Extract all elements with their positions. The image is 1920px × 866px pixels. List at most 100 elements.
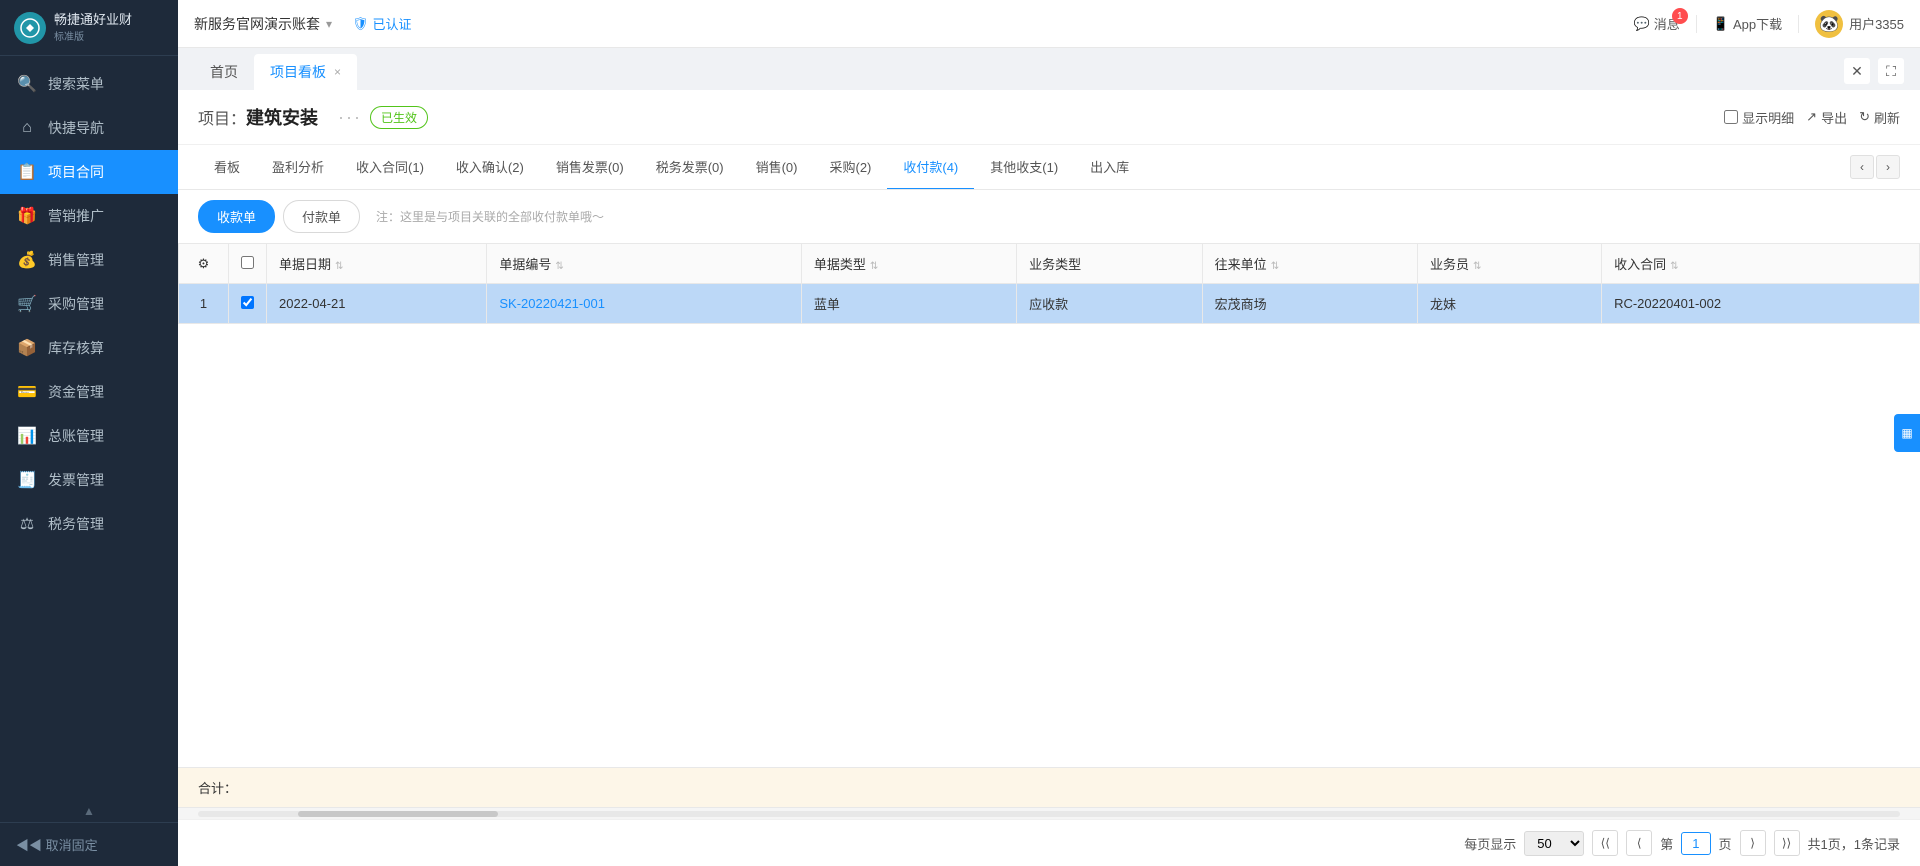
show-detail-toggle[interactable]: 显示明细 [1724,108,1794,127]
topbar: 新服务官网演示账套 ▾ 🛡 已认证 💬 消息 1 📱 App下载 🐼 用户335… [178,0,1920,48]
refresh-icon: ↻ [1859,109,1870,125]
topbar-project: 新服务官网演示账套 ▾ 🛡 已认证 [194,14,1634,34]
sort-type-icon: ⇅ [870,261,878,272]
status-badge: 已生效 [370,106,428,129]
code-link[interactable]: SK-20220421-001 [499,296,605,311]
nav-scroll-right-btn[interactable]: › [1876,155,1900,179]
sidebar-icon-4: 💰 [16,249,38,271]
page-next-btn[interactable]: ⟩ [1740,830,1766,856]
sidebar-unpin-btn[interactable]: ◀◀ 取消固定 [0,822,178,866]
tab-close-btn[interactable]: × [334,65,341,79]
message-icon: 💬 [1634,16,1650,32]
topbar-message-btn[interactable]: 💬 消息 1 [1634,14,1680,33]
topbar-app-download-btn[interactable]: 📱 App下载 [1713,14,1782,33]
page-first-btn[interactable]: ⟨⟨ [1592,830,1618,856]
sidebar-item-10[interactable]: ⚖税务管理 [0,502,178,546]
refresh-btn[interactable]: ↻ 刷新 [1859,108,1900,127]
table-scrollbar[interactable] [178,807,1920,819]
app-edition: 标准版 [54,28,132,43]
nav-tab-10[interactable]: 出入库 [1074,145,1145,190]
sidebar-item-2[interactable]: 📋项目合同 [0,150,178,194]
sidebar-icon-5: 🛒 [16,293,38,315]
scrollbar-thumb[interactable] [298,811,498,817]
shield-icon: 🛡 [352,16,369,32]
nav-tab-3[interactable]: 收入确认(2) [440,145,540,190]
page-more-btn[interactable]: ··· [338,107,362,128]
sidebar-item-1[interactable]: ⌂快捷导航 [0,106,178,150]
sidebar-label-9: 发票管理 [48,470,104,490]
nav-tab-2[interactable]: 收入合同(1) [340,145,440,190]
show-detail-checkbox[interactable] [1724,110,1738,124]
nav-tab-5[interactable]: 税务发票(0) [640,145,740,190]
cell-checkbox[interactable] [229,284,267,324]
page-title: 项目：建筑安装 [198,104,318,130]
th-type[interactable]: 单据类型⇅ [801,244,1016,284]
sidebar-item-9[interactable]: 🧾发票管理 [0,458,178,502]
subtab-receipts-btn[interactable]: 收款单 [198,200,275,233]
nav-tab-8[interactable]: 收付款(4) [887,145,974,190]
nav-tabs-scroll: ‹ › [1850,155,1900,179]
sidebar-item-4[interactable]: 💰 销售管理 [0,238,178,282]
mobile-icon: 📱 [1713,16,1729,32]
sidebar-item-3[interactable]: 🎁营销推广 [0,194,178,238]
sidebar-logo: 畅捷通好业财 标准版 [0,0,178,56]
sidebar-label-6: 库存核算 [48,338,104,358]
topbar-project-name: 新服务官网演示账套 [194,14,320,34]
scrollbar-track [198,811,1900,817]
th-salesperson[interactable]: 业务员⇅ [1418,244,1602,284]
th-code[interactable]: 单据编号⇅ [487,244,801,284]
subtab-payments-btn[interactable]: 付款单 [283,200,360,233]
sidebar-scroll: ▲ [0,800,178,822]
sidebar-icon-7: 💳 [16,381,38,403]
page-current: 1 [1681,832,1710,855]
app-logo-icon [14,12,46,44]
per-page-select[interactable]: 50 100 200 [1524,831,1584,856]
sidebar-item-0[interactable]: 🔍搜索菜单 [0,62,178,106]
sidebar-label-4: 销售管理 [48,250,104,270]
th-partner[interactable]: 往来单位⇅ [1202,244,1417,284]
sidebar-label-5: 采购管理 [48,294,104,314]
topbar-user-btn[interactable]: 🐼 用户3355 [1815,10,1904,38]
topbar-right: 💬 消息 1 📱 App下载 🐼 用户3355 [1634,10,1904,38]
tab-project-board[interactable]: 项目看板 × [254,54,357,90]
side-quick-access-btn[interactable]: ▦ [1894,414,1920,452]
nav-tab-0[interactable]: 看板 [198,145,256,190]
sort-partner-icon: ⇅ [1271,261,1279,272]
cell-contract: RC-20220401-002 [1602,284,1920,324]
settings-icon: ⚙ [198,256,210,271]
topbar-dropdown-icon[interactable]: ▾ [326,17,332,31]
page-prev-btn[interactable]: ⟨ [1626,830,1652,856]
sidebar-item-8[interactable]: 📊总账管理 [0,414,178,458]
row-checkbox-0[interactable] [241,296,254,309]
app-name: 畅捷通好业财 [54,12,132,29]
sidebar-item-7[interactable]: 💳资金管理 [0,370,178,414]
tabbar-actions: ✕ ⛶ [1844,58,1904,90]
nav-scroll-left-btn[interactable]: ‹ [1850,155,1874,179]
export-btn[interactable]: ↗ 导出 [1806,108,1847,127]
nav-tab-7[interactable]: 采购(2) [813,145,887,190]
cell-code[interactable]: SK-20220421-001 [487,284,801,324]
tab-home[interactable]: 首页 [194,54,254,90]
tab-maximize-btn[interactable]: ⛶ [1878,58,1904,84]
sidebar-label-0: 搜索菜单 [48,74,104,94]
sidebar-label-3: 营销推广 [48,206,104,226]
th-settings[interactable]: ⚙ [179,244,229,284]
nav-tab-4[interactable]: 销售发票(0) [540,145,640,190]
sidebar-icon-10: ⚖ [16,513,38,535]
table-row[interactable]: 1 2022-04-21 SK-20220421-001 蓝单 应收款 宏茂商场… [179,284,1920,324]
nav-tab-6[interactable]: 销售(0) [740,145,814,190]
th-contract[interactable]: 收入合同⇅ [1602,244,1920,284]
sidebar-item-5[interactable]: 🛒 采购管理 [0,282,178,326]
receipts-table: ⚙ 单据日期⇅ 单据编号⇅ 单据类型⇅ 业务类型 往来单位⇅ 业务员⇅ 收入合同… [178,243,1920,324]
sidebar-label-8: 总账管理 [48,426,104,446]
pagination: 每页显示 50 100 200 ⟨⟨ ⟨ 第 1 页 ⟩ ⟩⟩ 共1页，1条记录 [178,819,1920,866]
page-last-btn[interactable]: ⟩⟩ [1774,830,1800,856]
nav-tab-9[interactable]: 其他收支(1) [974,145,1074,190]
topbar-certified: 🛡 已认证 [352,14,412,33]
th-date[interactable]: 单据日期⇅ [267,244,487,284]
sidebar-item-6[interactable]: 📦库存核算 [0,326,178,370]
select-all-checkbox[interactable] [241,256,254,269]
page-header-actions: 显示明细 ↗ 导出 ↻ 刷新 [1724,108,1900,127]
tab-minimize-btn[interactable]: ✕ [1844,58,1870,84]
nav-tab-1[interactable]: 盈利分析 [256,145,340,190]
